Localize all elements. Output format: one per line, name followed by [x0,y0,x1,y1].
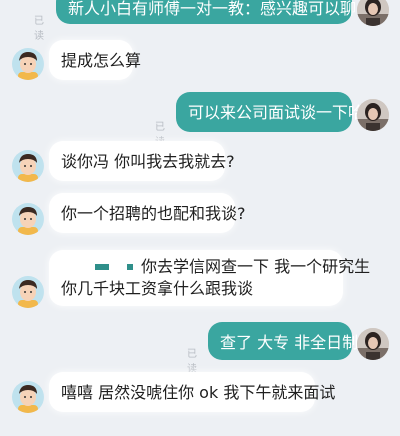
message-bubble[interactable]: 可以来公司面试谈一下哈 [176,92,364,132]
message-bubble[interactable]: 新人小白有师傅一对一教：感兴趣可以聊 [56,0,356,24]
user-photo-avatar-icon[interactable] [357,99,389,131]
cartoon-boy-avatar-icon[interactable] [12,276,44,308]
chat-screen: { "chat": { "messages": [ {"side":"right… [0,0,400,436]
message-bubble[interactable]: 你去学信网查一下 我一个研究生 你几千块工资拿什么跟我谈 [49,250,370,306]
cartoon-boy-avatar-icon[interactable] [12,203,44,235]
message-line-1: 你去学信网查一下 我一个研究生 [61,256,370,278]
message-text: 你几千块工资拿什么跟我谈 [61,279,254,298]
redacted-mark [127,264,133,270]
cartoon-boy-avatar-icon[interactable] [12,381,44,413]
message-bubble[interactable]: 提成怎么算 [49,40,141,80]
message-bubble[interactable]: 嘻嘻 居然没唬住你 ok 我下午就来面试 [49,372,335,412]
read-status: 已读 [187,349,197,375]
cartoon-boy-avatar-icon[interactable] [12,48,44,80]
message-bubble[interactable]: 你一个招聘的也配和我谈? [49,193,246,233]
user-photo-avatar-icon[interactable] [357,328,389,360]
message-bubble[interactable]: 查了 大专 非全日制 [208,322,358,360]
message-bubble[interactable]: 谈你冯 你叫我去我就去? [49,141,235,181]
message-line-2: 你几千块工资拿什么跟我谈 [61,278,331,300]
cartoon-boy-avatar-icon[interactable] [12,150,44,182]
redacted-mark [95,264,109,270]
user-photo-avatar-icon[interactable] [357,0,389,26]
message-text: 你去学信网查一下 我一个研究生 [141,257,371,276]
read-status: 已读 [34,16,44,42]
